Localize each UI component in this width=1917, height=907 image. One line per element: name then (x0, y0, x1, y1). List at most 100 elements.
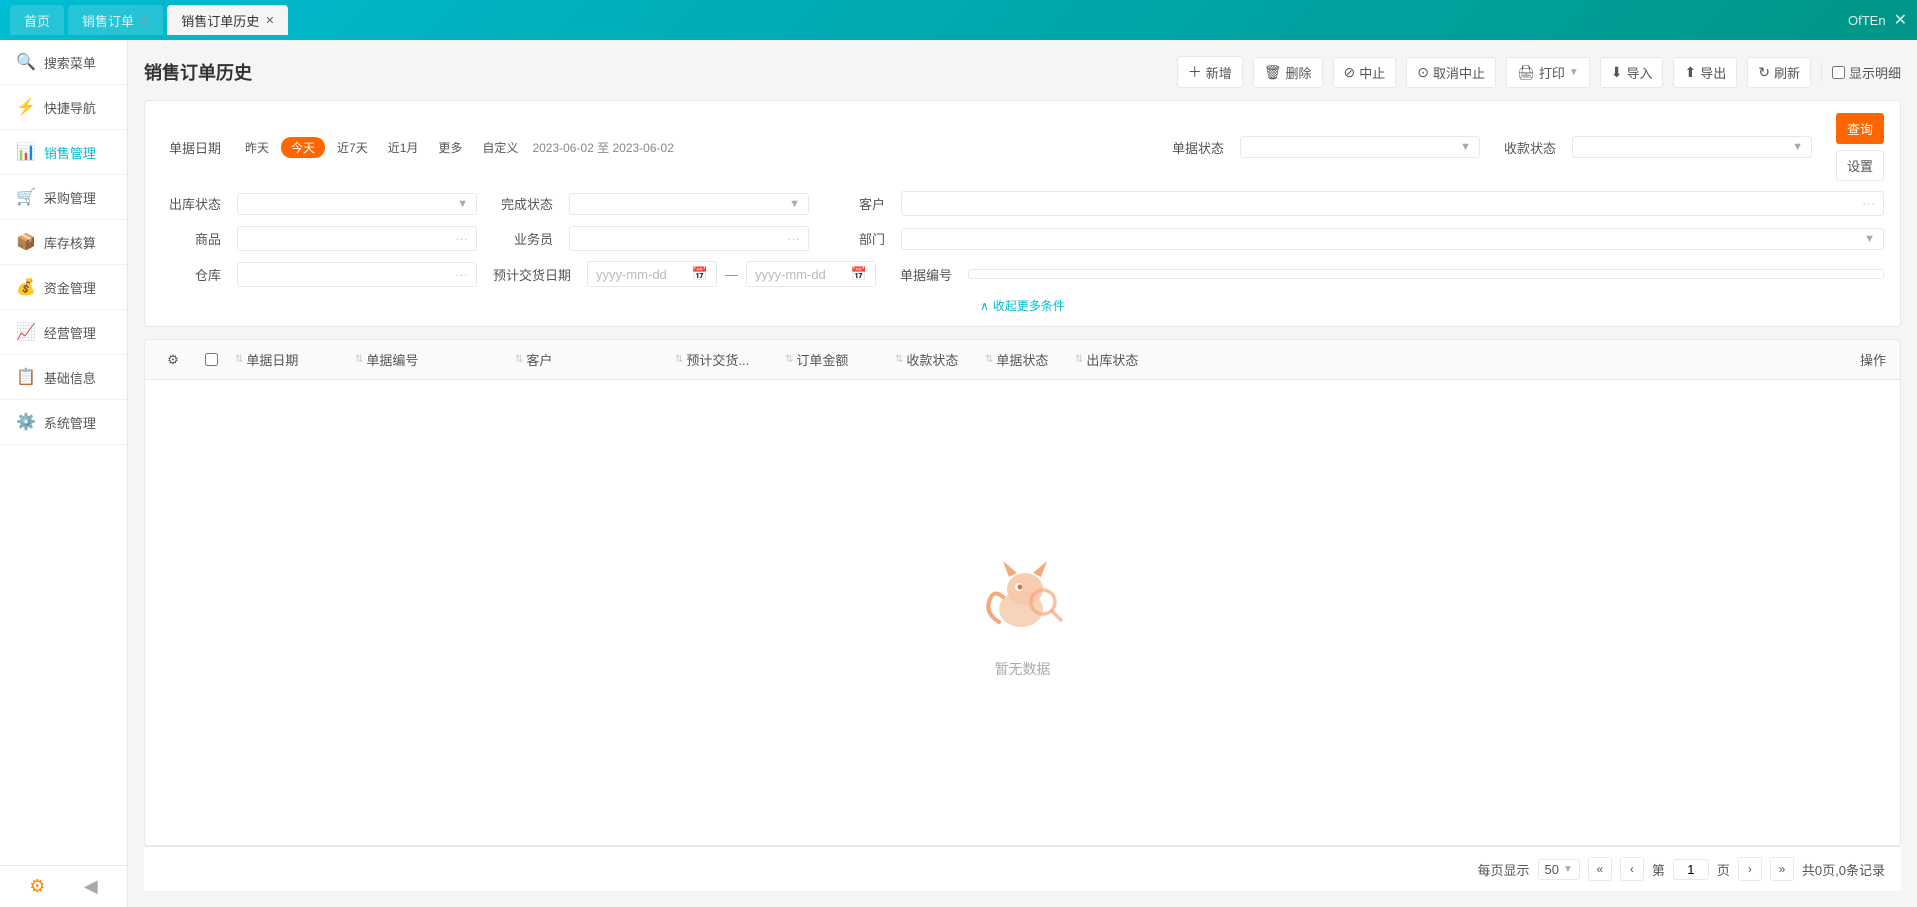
sidebar-item-quick-nav-label: 快捷导航 (44, 98, 96, 117)
empty-state: 暂无数据 (145, 380, 1900, 845)
th-date-sort-icon[interactable]: ⇅ (235, 354, 243, 365)
stop-label: 中止 (1359, 63, 1385, 82)
sidebar-item-quick-nav[interactable]: ⚡ 快捷导航 (0, 85, 127, 130)
finance-icon: 💰 (16, 277, 36, 297)
new-button[interactable]: ＋ 新增 (1177, 56, 1243, 88)
tab-sales-order[interactable]: 销售订单 ✕ (68, 5, 163, 35)
tab-home-label: 首页 (24, 11, 50, 30)
th-out-status-sort-icon[interactable]: ⇅ (1075, 354, 1083, 365)
tab-sales-order-history[interactable]: 销售订单历史 ✕ (167, 5, 288, 35)
sidebar-item-basic-info[interactable]: 📋 基础信息 (0, 355, 127, 400)
salesperson-dots: ··· (787, 231, 800, 246)
sidebar-item-inventory[interactable]: 📦 库存核算 (0, 220, 127, 265)
chevron-up-icon: ∧ (980, 299, 989, 313)
settings-bottom-icon[interactable]: ⚙ (29, 876, 45, 897)
department-arrow: ▼ (1864, 233, 1875, 245)
th-date: ⇅ 单据日期 (229, 342, 349, 377)
order-number-input[interactable] (968, 269, 1884, 279)
cancel-stop-button[interactable]: ⊙ 取消中止 (1406, 57, 1496, 88)
complete-status-arrow: ▼ (789, 198, 800, 210)
th-order-status-sort-icon[interactable]: ⇅ (985, 354, 993, 365)
sidebar-item-system-mgmt-label: 系统管理 (44, 413, 96, 432)
top-bar-text: OfTEn (1848, 13, 1886, 28)
filter-row-4: 仓库 ··· 预计交货日期 yyyy-mm-dd 📅 — yyyy-mm-dd … (161, 261, 1884, 287)
tab-sales-order-close[interactable]: ✕ (140, 14, 149, 27)
sidebar-item-sales-mgmt[interactable]: 📊 销售管理 (0, 130, 127, 175)
th-amount-sort-icon[interactable]: ⇅ (785, 354, 793, 365)
sidebar-item-finance-label: 资金管理 (44, 278, 96, 297)
stop-button[interactable]: ⊘ 中止 (1333, 57, 1397, 88)
filter-row-3: 商品 ··· 业务员 ··· 部门 ▼ (161, 226, 1884, 251)
complete-status-select[interactable]: ▼ (569, 193, 809, 215)
sidebar-item-operations[interactable]: 📈 经营管理 (0, 310, 127, 355)
date-shortcut-today[interactable]: 今天 (281, 137, 325, 158)
date-shortcut-yesterday[interactable]: 昨天 (237, 137, 277, 158)
calendar-to-icon[interactable]: 📅 (851, 266, 867, 282)
page-label-prefix: 第 (1652, 860, 1665, 879)
out-status-select[interactable]: ▼ (237, 193, 477, 215)
date-shortcut-7days[interactable]: 近7天 (329, 137, 376, 158)
display-toggle[interactable]: 显示明细 (1832, 63, 1901, 82)
stop-icon: ⊘ (1344, 64, 1356, 81)
print-icon: 🖨 (1517, 64, 1535, 81)
sidebar-item-system-mgmt[interactable]: ⚙️ 系统管理 (0, 400, 127, 445)
prev-page-button[interactable]: ‹ (1620, 857, 1644, 881)
next-page-button[interactable]: › (1738, 857, 1762, 881)
refresh-button[interactable]: ↻ 刷新 (1747, 57, 1811, 88)
table-header: ⚙ ⇅ 单据日期 ⇅ 单据编号 ⇅ 客户 ⇅ (145, 340, 1900, 380)
order-status-select[interactable]: ▼ (1240, 136, 1480, 158)
th-payment: ⇅ 收款状态 (889, 342, 979, 377)
salesperson-input[interactable]: ··· (569, 226, 809, 251)
date-shortcut-1month[interactable]: 近1月 (380, 137, 427, 158)
th-customer-sort-icon[interactable]: ⇅ (515, 354, 523, 365)
th-checkbox[interactable] (193, 345, 229, 374)
warehouse-dots: ··· (455, 267, 468, 282)
date-shortcut-custom[interactable]: 自定义 (474, 137, 526, 158)
per-page-select[interactable]: 50 ▼ (1538, 859, 1580, 880)
delivery-date-to[interactable]: yyyy-mm-dd 📅 (746, 261, 876, 287)
export-button[interactable]: ⬆ 导出 (1673, 57, 1737, 88)
department-select[interactable]: ▼ (901, 228, 1884, 250)
product-input[interactable]: ··· (237, 226, 477, 251)
print-button[interactable]: 🖨 打印 ▼ (1506, 57, 1590, 88)
display-toggle-label: 显示明细 (1849, 63, 1901, 82)
select-all-checkbox[interactable] (205, 353, 218, 366)
export-icon: ⬆ (1684, 64, 1696, 81)
top-bar: 首页 销售订单 ✕ 销售订单历史 ✕ OfTEn ✕ (0, 0, 1917, 40)
payment-status-select[interactable]: ▼ (1572, 136, 1812, 158)
out-status-label: 出库状态 (161, 194, 221, 213)
import-button[interactable]: ⬇ 导入 (1600, 57, 1664, 88)
sidebar-item-search-menu[interactable]: 🔍 搜索菜单 (0, 40, 127, 85)
sidebar-item-purchase-mgmt[interactable]: 🛒 采购管理 (0, 175, 127, 220)
settings-button[interactable]: 设置 (1836, 150, 1884, 181)
customer-input[interactable]: ··· (901, 191, 1884, 216)
last-page-button[interactable]: » (1770, 857, 1794, 881)
tab-home[interactable]: 首页 (10, 5, 64, 35)
column-settings-icon[interactable]: ⚙ (167, 352, 179, 368)
delete-button[interactable]: 🗑 删除 (1253, 57, 1323, 88)
tab-sales-order-history-close[interactable]: ✕ (265, 14, 274, 27)
calendar-from-icon[interactable]: 📅 (692, 266, 708, 282)
th-settings[interactable]: ⚙ (153, 344, 193, 376)
page-number-input[interactable] (1673, 859, 1709, 880)
collapse-sidebar-icon[interactable]: ◀ (84, 876, 98, 897)
total-records: 共0页,0条记录 (1802, 860, 1885, 879)
th-order-status: ⇅ 单据状态 (979, 342, 1069, 377)
window-close-icon[interactable]: ✕ (1894, 10, 1907, 30)
quick-nav-icon: ⚡ (16, 97, 36, 117)
th-order-sort-icon[interactable]: ⇅ (355, 354, 363, 365)
top-bar-right: OfTEn ✕ (1848, 10, 1907, 30)
warehouse-input[interactable]: ··· (237, 262, 477, 287)
per-page-label: 每页显示 (1478, 860, 1530, 879)
date-shortcut-more[interactable]: 更多 (430, 137, 470, 158)
filter-row-2: 出库状态 ▼ 完成状态 ▼ 客户 ··· (161, 191, 1884, 216)
th-delivery-sort-icon[interactable]: ⇅ (675, 354, 683, 365)
first-page-button[interactable]: « (1588, 857, 1612, 881)
sidebar-item-finance[interactable]: 💰 资金管理 (0, 265, 127, 310)
delivery-date-from[interactable]: yyyy-mm-dd 📅 (587, 261, 717, 287)
display-toggle-checkbox[interactable] (1832, 66, 1845, 79)
delete-icon: 🗑 (1264, 64, 1282, 81)
query-button[interactable]: 查询 (1836, 113, 1884, 144)
collapse-bar[interactable]: ∧ 收起更多条件 (161, 297, 1884, 314)
th-payment-sort-icon[interactable]: ⇅ (895, 354, 903, 365)
